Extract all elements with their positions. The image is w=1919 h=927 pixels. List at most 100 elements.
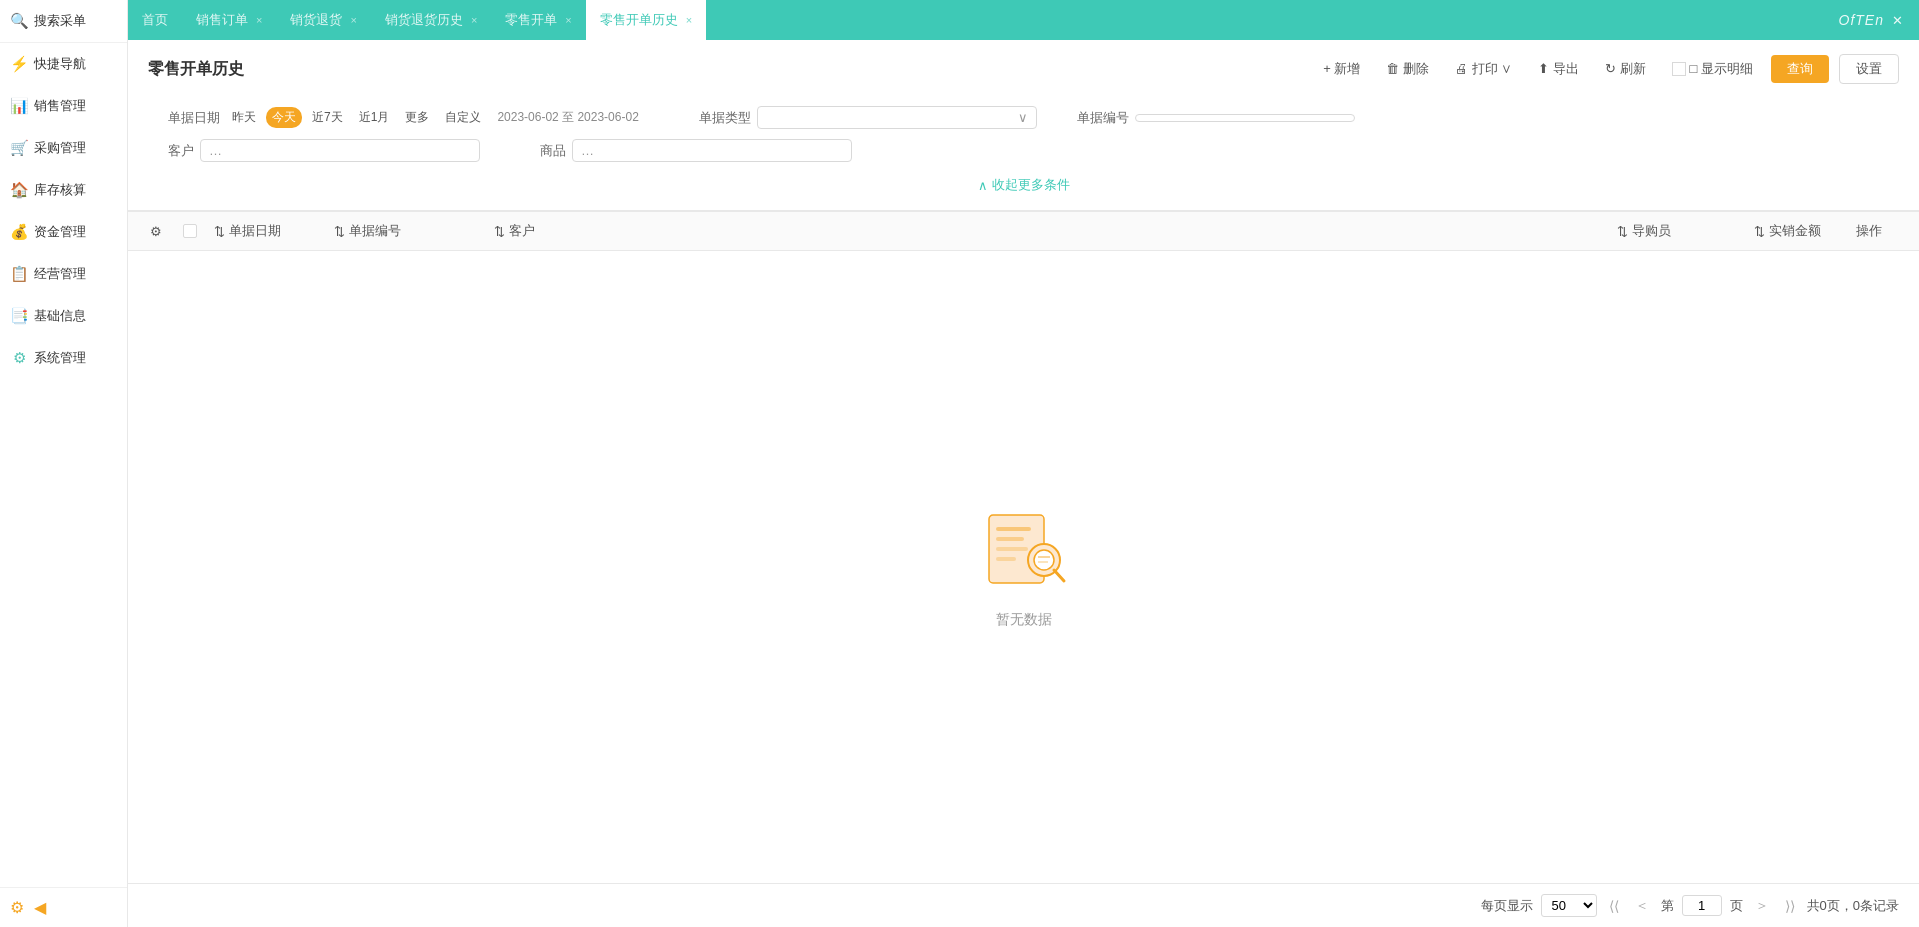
last-page-btn[interactable]: ⟩⟩ [1781, 896, 1799, 916]
print-button[interactable]: 🖨 打印 ∨ [1447, 56, 1520, 82]
tab-sales-return-history[interactable]: 销货退货历史 × [371, 0, 491, 40]
type-select-arrow: ∨ [1018, 110, 1028, 125]
col-header-order-no[interactable]: ⇅ 单据编号 [326, 222, 486, 240]
date-last7[interactable]: 近7天 [306, 107, 349, 128]
col-header-guide[interactable]: ⇅ 导购员 [1609, 222, 1709, 240]
sidebar-item-system[interactable]: ⚙ 系统管理 [0, 337, 127, 379]
settings-button[interactable]: 设置 [1839, 54, 1899, 84]
order-no-input[interactable] [1135, 114, 1355, 122]
refresh-button[interactable]: ↻ 刷新 [1597, 56, 1654, 82]
brand-text: OfTEn [1839, 12, 1884, 28]
col-date-sort: ⇅ [214, 224, 225, 239]
col-orderno-sort: ⇅ [334, 224, 345, 239]
col-header-action: 操作 [1829, 222, 1909, 240]
tab-home[interactable]: 首页 [128, 0, 182, 40]
quick-nav-icon: ⚡ [10, 55, 28, 73]
col-header-settings[interactable]: ⚙ [138, 224, 174, 239]
type-filter: 单据类型 ∨ [699, 106, 1037, 129]
date-filter: 单据日期 昨天 今天 近7天 近1月 更多 自定义 2023-06-02 至 2… [168, 107, 639, 128]
delete-button[interactable]: 🗑 删除 [1378, 56, 1437, 82]
first-page-btn[interactable]: ⟨⟨ [1605, 896, 1623, 916]
svg-point-6 [1034, 550, 1054, 570]
new-button[interactable]: + 新增 [1315, 56, 1368, 82]
display-button-label: □ 显示明细 [1690, 60, 1753, 78]
tab-sales-return-history-close[interactable]: × [471, 14, 477, 26]
sidebar-item-operation[interactable]: 📋 经营管理 [0, 253, 127, 295]
col-date-label: 单据日期 [229, 222, 281, 240]
topbar-close-btn[interactable]: ✕ [1892, 13, 1903, 28]
settings-col-icon: ⚙ [150, 224, 162, 239]
date-yesterday[interactable]: 昨天 [226, 107, 262, 128]
table-header: ⚙ ⇅ 单据日期 ⇅ 单据编号 ⇅ 客户 ⇅ [128, 211, 1919, 251]
operation-icon: 📋 [10, 265, 28, 283]
display-detail-button[interactable]: □ 显示明细 [1664, 56, 1761, 82]
sidebar: 🔍 搜索采单 ⚡ 快捷导航 📊 销售管理 🛒 采购管理 🏠 库存核算 💰 资金管… [0, 0, 128, 927]
tab-retail-open-history[interactable]: 零售开单历史 × [586, 0, 706, 40]
page-header: 零售开单历史 + 新增 🗑 删除 🖨 打印 ∨ ⬆ 导出 ↻ [128, 40, 1919, 211]
sidebar-search[interactable]: 🔍 搜索采单 [0, 0, 127, 43]
svg-line-7 [1054, 570, 1064, 581]
total-label: 共0页，0条记录 [1807, 897, 1899, 915]
export-button[interactable]: ⬆ 导出 [1530, 56, 1587, 82]
sidebar-item-sales-mgmt[interactable]: 📊 销售管理 [0, 85, 127, 127]
goods-filter: 商品 … [540, 139, 852, 162]
goods-input[interactable]: … [572, 139, 852, 162]
sidebar-item-quick-nav[interactable]: ⚡ 快捷导航 [0, 43, 127, 85]
tab-sales-order[interactable]: 销售订单 × [182, 0, 276, 40]
settings-button-label: 设置 [1856, 60, 1882, 78]
page-label-pre: 第 [1661, 897, 1674, 915]
per-page-select[interactable]: 50 10 20 100 [1541, 894, 1597, 917]
page-number-input[interactable] [1682, 895, 1722, 916]
topbar-right: OfTEn ✕ [1839, 12, 1919, 28]
tab-sales-order-label: 销售订单 [196, 11, 248, 29]
page-title-row: 零售开单历史 + 新增 🗑 删除 🖨 打印 ∨ ⬆ 导出 ↻ [148, 54, 1899, 84]
col-header-checkbox[interactable] [174, 224, 206, 238]
tab-sales-order-close[interactable]: × [256, 14, 262, 26]
svg-rect-1 [996, 527, 1031, 531]
date-today[interactable]: 今天 [266, 107, 302, 128]
date-more[interactable]: 更多 [399, 107, 435, 128]
sidebar-item-inventory[interactable]: 🏠 库存核算 [0, 169, 127, 211]
date-filter-label: 单据日期 [168, 109, 220, 127]
col-header-date[interactable]: ⇅ 单据日期 [206, 222, 326, 240]
type-select[interactable]: ∨ [757, 106, 1037, 129]
collapse-sidebar-icon[interactable]: ◀ [34, 898, 46, 917]
sidebar-item-finance[interactable]: 💰 资金管理 [0, 211, 127, 253]
sidebar-item-base-info[interactable]: 📑 基础信息 [0, 295, 127, 337]
export-button-label: ⬆ 导出 [1538, 60, 1579, 78]
filter-row-1: 单据日期 昨天 今天 近7天 近1月 更多 自定义 2023-06-02 至 2… [168, 106, 1879, 129]
customer-input[interactable]: … [200, 139, 480, 162]
tab-sales-return-label: 销货退货 [290, 11, 342, 29]
tab-retail-open-history-close[interactable]: × [686, 14, 692, 26]
finance-icon: 💰 [10, 223, 28, 241]
new-button-label: + 新增 [1323, 60, 1360, 78]
date-last1m[interactable]: 近1月 [353, 107, 396, 128]
col-action-label: 操作 [1856, 222, 1882, 240]
tab-retail-open-close[interactable]: × [565, 14, 571, 26]
customer-filter: 客户 … [168, 139, 480, 162]
col-orderno-label: 单据编号 [349, 222, 401, 240]
sidebar-item-label: 经营管理 [34, 265, 86, 283]
page-label-post: 页 [1730, 897, 1743, 915]
collapse-more-btn[interactable]: ∧ 收起更多条件 [168, 172, 1879, 198]
tab-sales-return[interactable]: 销货退货 × [276, 0, 370, 40]
topbar: 首页 销售订单 × 销货退货 × 销货退货历史 × 零售开单 × 零售开单历史 … [128, 0, 1919, 40]
tab-retail-open-label: 零售开单 [505, 11, 557, 29]
sidebar-item-purchase-mgmt[interactable]: 🛒 采购管理 [0, 127, 127, 169]
date-buttons: 昨天 今天 近7天 近1月 更多 自定义 [226, 107, 487, 128]
filter-area: 单据日期 昨天 今天 近7天 近1月 更多 自定义 2023-06-02 至 2… [148, 96, 1899, 210]
sidebar-item-label: 基础信息 [34, 307, 86, 325]
delete-button-label: 🗑 删除 [1386, 60, 1429, 78]
col-header-amount[interactable]: ⇅ 实销金额 [1709, 222, 1829, 240]
col-header-customer[interactable]: ⇅ 客户 [486, 222, 1609, 240]
header-checkbox[interactable] [183, 224, 197, 238]
tab-home-label: 首页 [142, 11, 168, 29]
query-button[interactable]: 查询 [1771, 55, 1829, 83]
col-guide-label: 导购员 [1632, 222, 1671, 240]
prev-page-btn[interactable]: ＜ [1631, 895, 1653, 917]
tab-retail-open[interactable]: 零售开单 × [491, 0, 585, 40]
next-page-btn[interactable]: ＞ [1751, 895, 1773, 917]
date-custom[interactable]: 自定义 [439, 107, 487, 128]
tab-sales-return-close[interactable]: × [350, 14, 356, 26]
settings-bottom-icon[interactable]: ⚙ [10, 898, 24, 917]
